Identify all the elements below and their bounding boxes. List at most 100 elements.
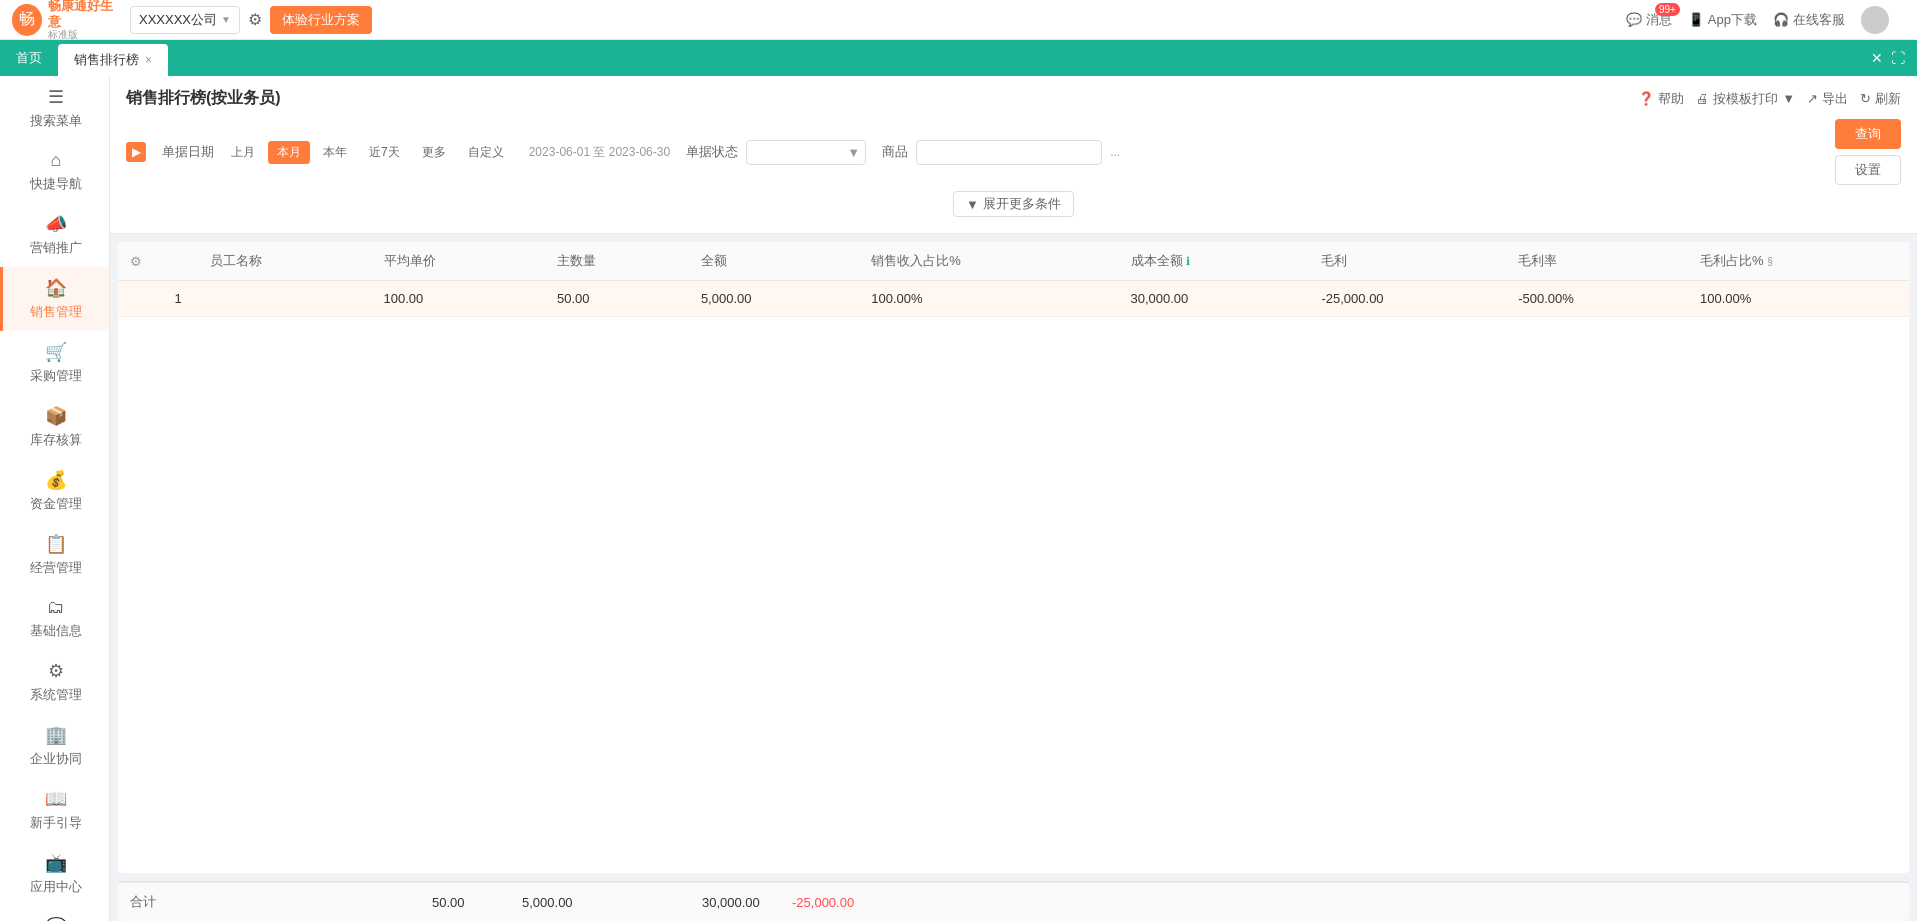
tab-right-actions: ✕ ⛶ (1871, 50, 1917, 66)
page-title: 销售排行榜(按业务员) (126, 88, 281, 109)
table-row: 1 100.00 50.00 5,000.00 100.00% 30,000.0… (118, 281, 1909, 317)
appstore-icon: 📺 (45, 852, 67, 874)
sidebar-label-operation: 经营管理 (30, 559, 82, 577)
date-tab-last-month[interactable]: 上月 (222, 141, 264, 164)
print-dropdown-icon: ▼ (1782, 91, 1795, 106)
footer-amount: 5,000.00 (510, 895, 600, 910)
date-tab-more[interactable]: 更多 (413, 141, 455, 164)
main-layout: ☰ 搜索菜单 ⌂ 快捷导航 📣 营销推广 🏠 销售管理 🛒 采购管理 📦 库存核… (0, 76, 1917, 921)
message-icon: 💬 (1626, 12, 1642, 27)
sidebar-label-newbie: 新手引导 (30, 814, 82, 832)
online-service-label: 在线客服 (1793, 11, 1845, 29)
more-fields-btn[interactable]: ... (1110, 145, 1120, 159)
close-tab-icon[interactable]: × (145, 53, 152, 67)
tab-sales-ranking[interactable]: 销售排行榜 × (58, 44, 168, 76)
message-area[interactable]: 💬 消息 99+ (1626, 11, 1672, 29)
row-sales-pct: 100.00% (859, 281, 1118, 317)
date-tab-custom[interactable]: 自定义 (459, 141, 513, 164)
page-actions: ❓ 帮助 🖨 按模板打印 ▼ ↗ 导出 ↻ 刷新 (1638, 90, 1901, 108)
row-gross-pct: 100.00% (1688, 281, 1909, 317)
sidebar-item-marketing[interactable]: 📣 营销推广 (0, 203, 109, 267)
sidebar-label-purchase: 采购管理 (30, 367, 82, 385)
help-icon: ❓ (1638, 91, 1654, 106)
template-print-link[interactable]: 🖨 按模板打印 ▼ (1696, 90, 1795, 108)
sidebar-item-operation[interactable]: 📋 经营管理 (0, 523, 109, 587)
footer-label: 合计 (130, 893, 330, 911)
sidebar-item-newbie[interactable]: 📖 新手引导 (0, 778, 109, 842)
date-range-text: 2023-06-01 至 2023-06-30 (529, 144, 670, 161)
goods-input[interactable] (916, 140, 1102, 165)
date-tab-this-month[interactable]: 本月 (268, 141, 310, 164)
sidebar-item-basic[interactable]: 🗂 基础信息 (0, 587, 109, 650)
sidebar-item-inventory[interactable]: 📦 库存核算 (0, 395, 109, 459)
sidebar-label-shortcut: 快捷导航 (30, 175, 82, 193)
top-right: 💬 消息 99+ 📱 App下载 🎧 在线客服 (1626, 6, 1905, 34)
active-tab-label: 销售排行榜 (74, 51, 139, 69)
footer-quantity: 50.00 (420, 895, 510, 910)
sidebar-label-search: 搜索菜单 (30, 112, 82, 130)
search-menu-icon: ☰ (48, 86, 64, 108)
sidebar-label-inventory: 库存核算 (30, 431, 82, 449)
filter-collapse-arrow[interactable]: ▶ (126, 142, 146, 162)
sidebar-label-enterprise: 企业协同 (30, 750, 82, 768)
newbie-icon: 📖 (45, 788, 67, 810)
sidebar-item-system[interactable]: ⚙ 系统管理 (0, 650, 109, 714)
col-header-gross-pct: 毛利占比% § (1688, 242, 1909, 281)
close-window-icon[interactable]: ✕ (1871, 50, 1883, 66)
col-header-avg-price: 平均单价 (372, 242, 546, 281)
logo-area: 畅 畅康通好生意 标准版 (12, 0, 122, 41)
col-header-quantity: 主数量 (545, 242, 689, 281)
wechat-icon: 💬 (45, 916, 67, 921)
sidebar-item-enterprise[interactable]: 🏢 企业协同 (0, 714, 109, 778)
row-amount: 5,000.00 (689, 281, 859, 317)
sidebar-item-wechat[interactable]: 💬 企业微信 (0, 906, 109, 921)
print-icon: 🖨 (1696, 91, 1709, 106)
col-header-cost: 成本全额 ℹ (1119, 242, 1310, 281)
col-header-settings[interactable]: ⚙ (118, 242, 158, 281)
footer-gross-pct (960, 895, 1050, 910)
query-buttons: 查询 设置 (1835, 119, 1901, 185)
date-tab-this-year[interactable]: 本年 (314, 141, 356, 164)
sidebar-item-purchase[interactable]: 🛒 采购管理 (0, 331, 109, 395)
avatar[interactable] (1861, 6, 1889, 34)
trial-button[interactable]: 体验行业方案 (270, 6, 372, 34)
sidebar-item-search[interactable]: ☰ 搜索菜单 (0, 76, 109, 140)
sidebar-label-appstore: 应用中心 (30, 878, 82, 896)
row-gross: -25,000.00 (1309, 281, 1506, 317)
column-settings-icon[interactable]: ⚙ (130, 254, 142, 269)
phone-icon: 📱 (1688, 12, 1704, 27)
row-cost: 30,000.00 (1119, 281, 1310, 317)
help-link[interactable]: ❓ 帮助 (1638, 90, 1684, 108)
basic-icon: 🗂 (47, 597, 65, 618)
company-selector[interactable]: XXXXXX公司 ▼ (130, 6, 240, 34)
sidebar: ☰ 搜索菜单 ⌂ 快捷导航 📣 营销推广 🏠 销售管理 🛒 采购管理 📦 库存核… (0, 76, 110, 921)
sidebar-item-appstore[interactable]: 📺 应用中心 (0, 842, 109, 906)
sidebar-label-marketing: 营销推广 (30, 239, 82, 257)
logo-icon: 畅 (12, 4, 42, 36)
nav-tabs: 首页 销售排行榜 × ✕ ⛶ (0, 40, 1917, 76)
query-button[interactable]: 查询 (1835, 119, 1901, 149)
purchase-icon: 🛒 (45, 341, 67, 363)
sidebar-item-sales[interactable]: 🏠 销售管理 (0, 267, 109, 331)
sidebar-item-finance[interactable]: 💰 资金管理 (0, 459, 109, 523)
sidebar-label-basic: 基础信息 (30, 622, 82, 640)
expand-conditions-btn[interactable]: ▼ 展开更多条件 (953, 191, 1074, 217)
table-wrap: ⚙ 员工名称 平均单价 主数量 全额 销售收入占比% 成本全额 ℹ 毛利 毛利率… (118, 242, 1909, 873)
sidebar-item-shortcut[interactable]: ⌂ 快捷导航 (0, 140, 109, 203)
status-filter: 单据状态 ▼ (686, 140, 866, 165)
export-link[interactable]: ↗ 导出 (1807, 90, 1848, 108)
status-select[interactable] (746, 140, 866, 165)
app-download[interactable]: 📱 App下载 (1688, 11, 1757, 29)
tab-home[interactable]: 首页 (0, 40, 58, 76)
online-service[interactable]: 🎧 在线客服 (1773, 11, 1845, 29)
footer-gross-rate (870, 895, 960, 910)
filter-area: ▶ 单据日期 上月 本月 本年 近7天 更多 自定义 2023-06-01 至 … (110, 109, 1917, 234)
top-bar: 畅 畅康通好生意 标准版 XXXXXX公司 ▼ ⚙ 体验行业方案 💬 消息 99… (0, 0, 1917, 40)
filter-settings-button[interactable]: 设置 (1835, 155, 1901, 185)
date-tab-7days[interactable]: 近7天 (360, 141, 409, 164)
data-table: ⚙ 员工名称 平均单价 主数量 全额 销售收入占比% 成本全额 ℹ 毛利 毛利率… (118, 242, 1909, 317)
fullscreen-icon[interactable]: ⛶ (1891, 50, 1905, 66)
footer-gross: -25,000.00 (780, 895, 870, 910)
topbar-settings-icon[interactable]: ⚙ (248, 10, 262, 29)
refresh-link[interactable]: ↻ 刷新 (1860, 90, 1901, 108)
